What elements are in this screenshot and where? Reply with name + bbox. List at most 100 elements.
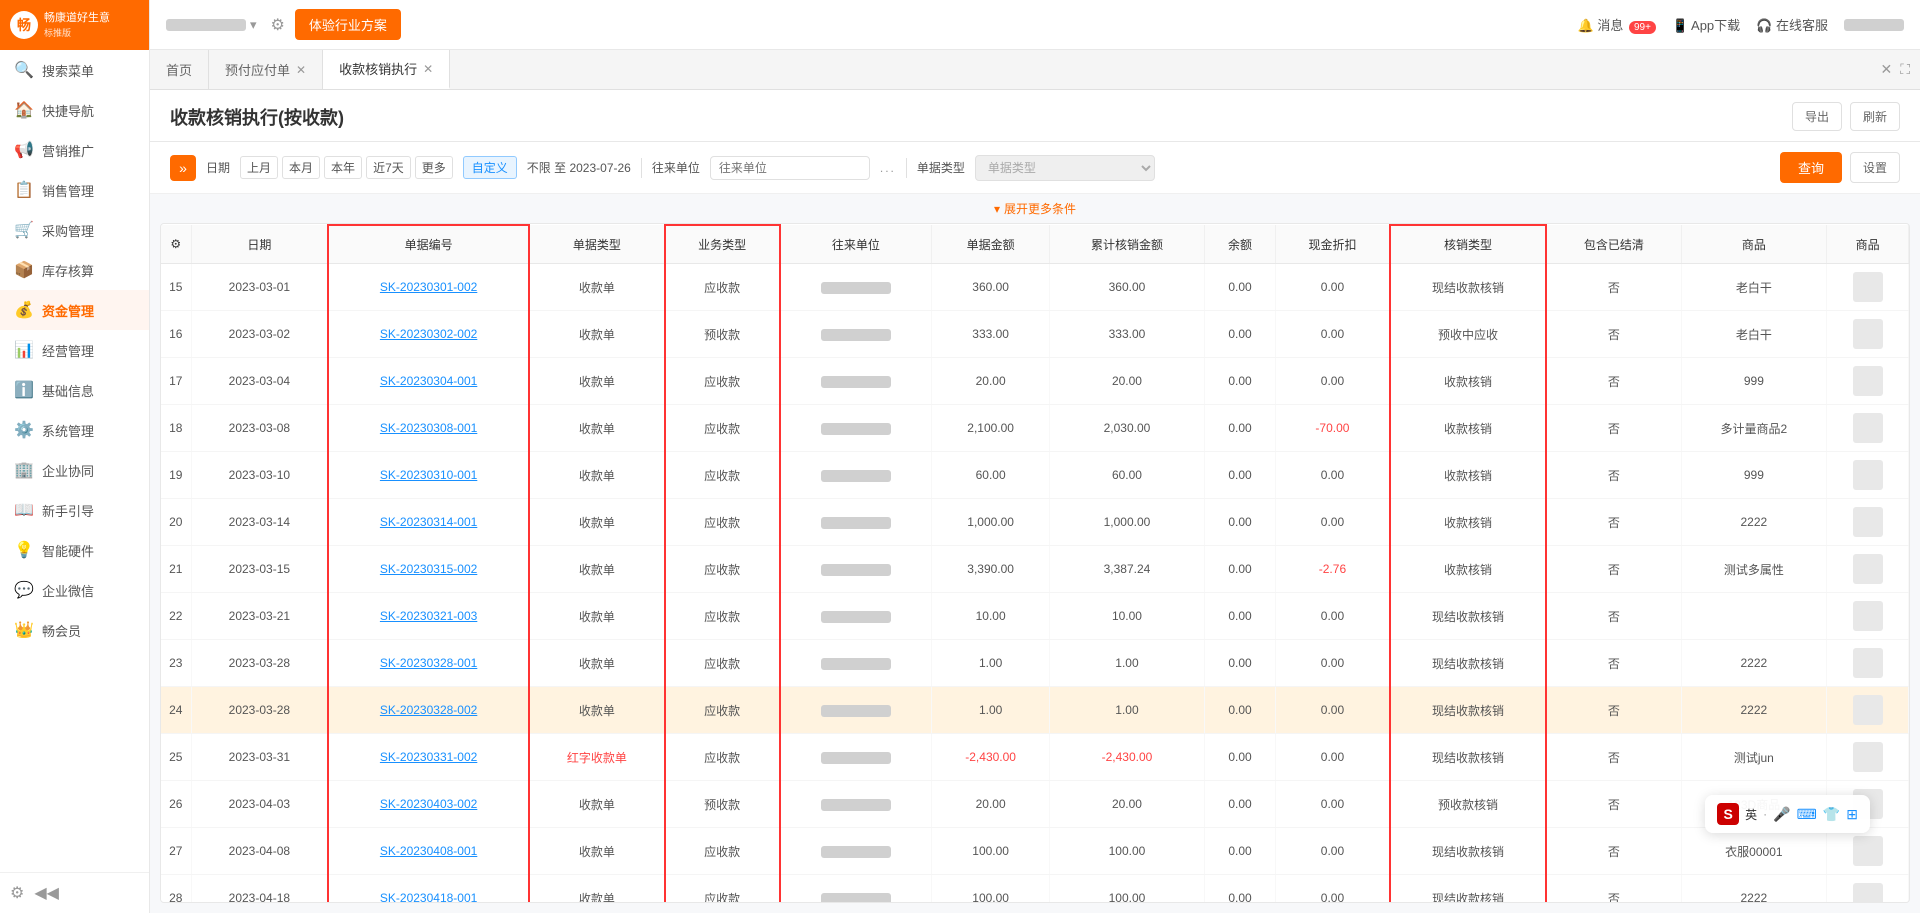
cell-date: 2023-03-04 <box>191 358 328 405</box>
cell-bill-type: 收款单 <box>529 311 665 358</box>
date-btn-2[interactable]: 本年 <box>324 156 362 179</box>
sidebar-item-quicknav[interactable]: 🏠快捷导航 <box>0 90 149 130</box>
cell-include-settled: 否 <box>1546 358 1681 405</box>
tabbar-expand-icon[interactable]: ⛶ <box>1900 61 1910 78</box>
shirt-icon[interactable]: 👕 <box>1823 806 1840 823</box>
cell-verify-type: 现结收款核销 <box>1390 593 1547 640</box>
sidebar-label-quicknav: 快捷导航 <box>42 101 94 120</box>
collapse-icon[interactable]: ◀◀ <box>34 883 59 903</box>
sidebar-icon-search: 🔍 <box>14 60 34 80</box>
cell-verified: 333.00 <box>1050 311 1205 358</box>
counterpart-input[interactable] <box>710 156 870 180</box>
sidebar-item-member[interactable]: 👑畅会员 <box>0 610 149 650</box>
tab-advance[interactable]: 预付应付单✕ <box>209 50 323 89</box>
sidebar-item-guide[interactable]: 📖新手引导 <box>0 490 149 530</box>
bill-no-link[interactable]: SK-20230328-002 <box>380 703 477 717</box>
company-selector[interactable]: ▾ <box>166 17 257 33</box>
cell-counterpart <box>780 452 932 499</box>
tabbar-close-icon[interactable]: ✕ <box>1880 61 1892 78</box>
bill-no-link[interactable]: SK-20230308-001 <box>380 421 477 435</box>
export-button[interactable]: 导出 <box>1792 102 1842 131</box>
main-area: ▾ ⚙ 体验行业方案 🔔 消息 99+ 📱 App下载 🎧 在线客服 首页预付应… <box>150 0 1920 913</box>
watermark-s-icon: S <box>1717 803 1739 825</box>
date-btn-0[interactable]: 上月 <box>240 156 278 179</box>
sidebar-item-sales[interactable]: 📋销售管理 <box>0 170 149 210</box>
logo-icon: 畅 <box>10 11 38 39</box>
cell-amount: 1,000.00 <box>932 499 1050 546</box>
more-filters-dots[interactable]: ... <box>880 161 896 175</box>
custom-date-btn[interactable]: 自定义 <box>463 156 517 179</box>
mic-icon[interactable]: 🎤 <box>1773 806 1790 823</box>
cell-discount: 0.00 <box>1276 452 1390 499</box>
sidebar-item-basic[interactable]: ℹ️基础信息 <box>0 370 149 410</box>
bill-no-link[interactable]: SK-20230403-002 <box>380 797 477 811</box>
bill-no-link[interactable]: SK-20230418-001 <box>380 891 477 903</box>
cell-include-settled: 否 <box>1546 593 1681 640</box>
bill-no-link[interactable]: SK-20230304-001 <box>380 374 477 388</box>
settings-icon[interactable]: ⚙ <box>10 883 24 903</box>
refresh-button[interactable]: 刷新 <box>1850 102 1900 131</box>
sidebar-item-wechat[interactable]: 💬企业微信 <box>0 570 149 610</box>
cell-date: 2023-03-08 <box>191 405 328 452</box>
cell-bill-type: 收款单 <box>529 358 665 405</box>
tab-close-advance[interactable]: ✕ <box>296 63 306 77</box>
date-btn-3[interactable]: 近7天 <box>366 156 411 179</box>
sidebar-label-basic: 基础信息 <box>42 381 94 400</box>
cell-include-settled: 否 <box>1546 452 1681 499</box>
topbar-gear-icon[interactable]: ⚙ <box>271 15 285 35</box>
cell-counterpart <box>780 781 932 828</box>
table-row: 23 2023-03-28 SK-20230328-001 收款单 应收款 1.… <box>161 640 1909 687</box>
bill-no-link[interactable]: SK-20230408-001 <box>380 844 477 858</box>
query-button[interactable]: 查询 <box>1780 152 1842 183</box>
cell-goods2 <box>1827 734 1909 781</box>
sidebar-item-system[interactable]: ⚙️系统管理 <box>0 410 149 450</box>
cell-discount: 0.00 <box>1276 593 1390 640</box>
cell-goods: 2222 <box>1681 687 1827 734</box>
bill-no-link[interactable]: SK-20230314-001 <box>380 515 477 529</box>
expand-more-btn[interactable]: ▾ 展开更多条件 <box>994 200 1076 217</box>
cell-no: 25 <box>161 734 191 781</box>
bill-type-select[interactable]: 单据类型 <box>975 155 1155 181</box>
sidebar-item-inventory[interactable]: 📦库存核算 <box>0 250 149 290</box>
date-btn-4[interactable]: 更多 <box>415 156 453 179</box>
bill-no-link[interactable]: SK-20230315-002 <box>380 562 477 576</box>
bill-no-link[interactable]: SK-20230328-001 <box>380 656 477 670</box>
sidebar-item-enterprise[interactable]: 🏢企业协同 <box>0 450 149 490</box>
sidebar-item-search[interactable]: 🔍搜索菜单 <box>0 50 149 90</box>
sidebar-item-operation[interactable]: 📊经营管理 <box>0 330 149 370</box>
cell-verify-type: 现结收款核销 <box>1390 640 1547 687</box>
cell-amount: 1.00 <box>932 687 1050 734</box>
cell-goods2 <box>1827 640 1909 687</box>
solution-button[interactable]: 体验行业方案 <box>295 9 401 40</box>
cell-goods2 <box>1827 405 1909 452</box>
app-download-link[interactable]: 📱 App下载 <box>1672 15 1740 34</box>
apps-icon[interactable]: ⊞ <box>1846 806 1858 823</box>
bill-no-link[interactable]: SK-20230331-002 <box>380 750 477 764</box>
cell-discount: 0.00 <box>1276 734 1390 781</box>
bill-no-link[interactable]: SK-20230301-002 <box>380 280 477 294</box>
cell-counterpart <box>780 640 932 687</box>
bill-no-link[interactable]: SK-20230302-002 <box>380 327 477 341</box>
cell-include-settled: 否 <box>1546 875 1681 904</box>
tab-home[interactable]: 首页 <box>150 50 209 89</box>
th-include-settled: 包含已结清 <box>1546 225 1681 264</box>
sidebar-item-hardware[interactable]: 💡智能硬件 <box>0 530 149 570</box>
data-table-container[interactable]: ⚙ 日期 单据编号 单据类型 业务类型 往来单位 单据金额 累计核销金额 余额 … <box>160 223 1910 903</box>
sidebar-item-marketing[interactable]: 📢营销推广 <box>0 130 149 170</box>
keyboard-icon[interactable]: ⌨ <box>1797 806 1817 823</box>
service-link[interactable]: 🎧 在线客服 <box>1756 15 1828 34</box>
th-gear[interactable]: ⚙ <box>161 225 191 264</box>
bill-no-link[interactable]: SK-20230321-003 <box>380 609 477 623</box>
date-btn-1[interactable]: 本月 <box>282 156 320 179</box>
table-row: 24 2023-03-28 SK-20230328-002 收款单 应收款 1.… <box>161 687 1909 734</box>
tab-close-receipt[interactable]: ✕ <box>423 62 433 76</box>
filter-setting-button[interactable]: 设置 <box>1850 152 1900 183</box>
watermark-dot: · <box>1763 807 1767 821</box>
bill-no-link[interactable]: SK-20230310-001 <box>380 468 477 482</box>
messages-link[interactable]: 🔔 消息 99+ <box>1578 15 1656 34</box>
sidebar-label-sales: 销售管理 <box>42 181 94 200</box>
tab-receipt[interactable]: 收款核销执行✕ <box>323 50 450 89</box>
sidebar-item-purchase[interactable]: 🛒采购管理 <box>0 210 149 250</box>
filter-expand-icon[interactable]: » <box>170 155 196 181</box>
sidebar-item-finance[interactable]: 💰资金管理 <box>0 290 149 330</box>
